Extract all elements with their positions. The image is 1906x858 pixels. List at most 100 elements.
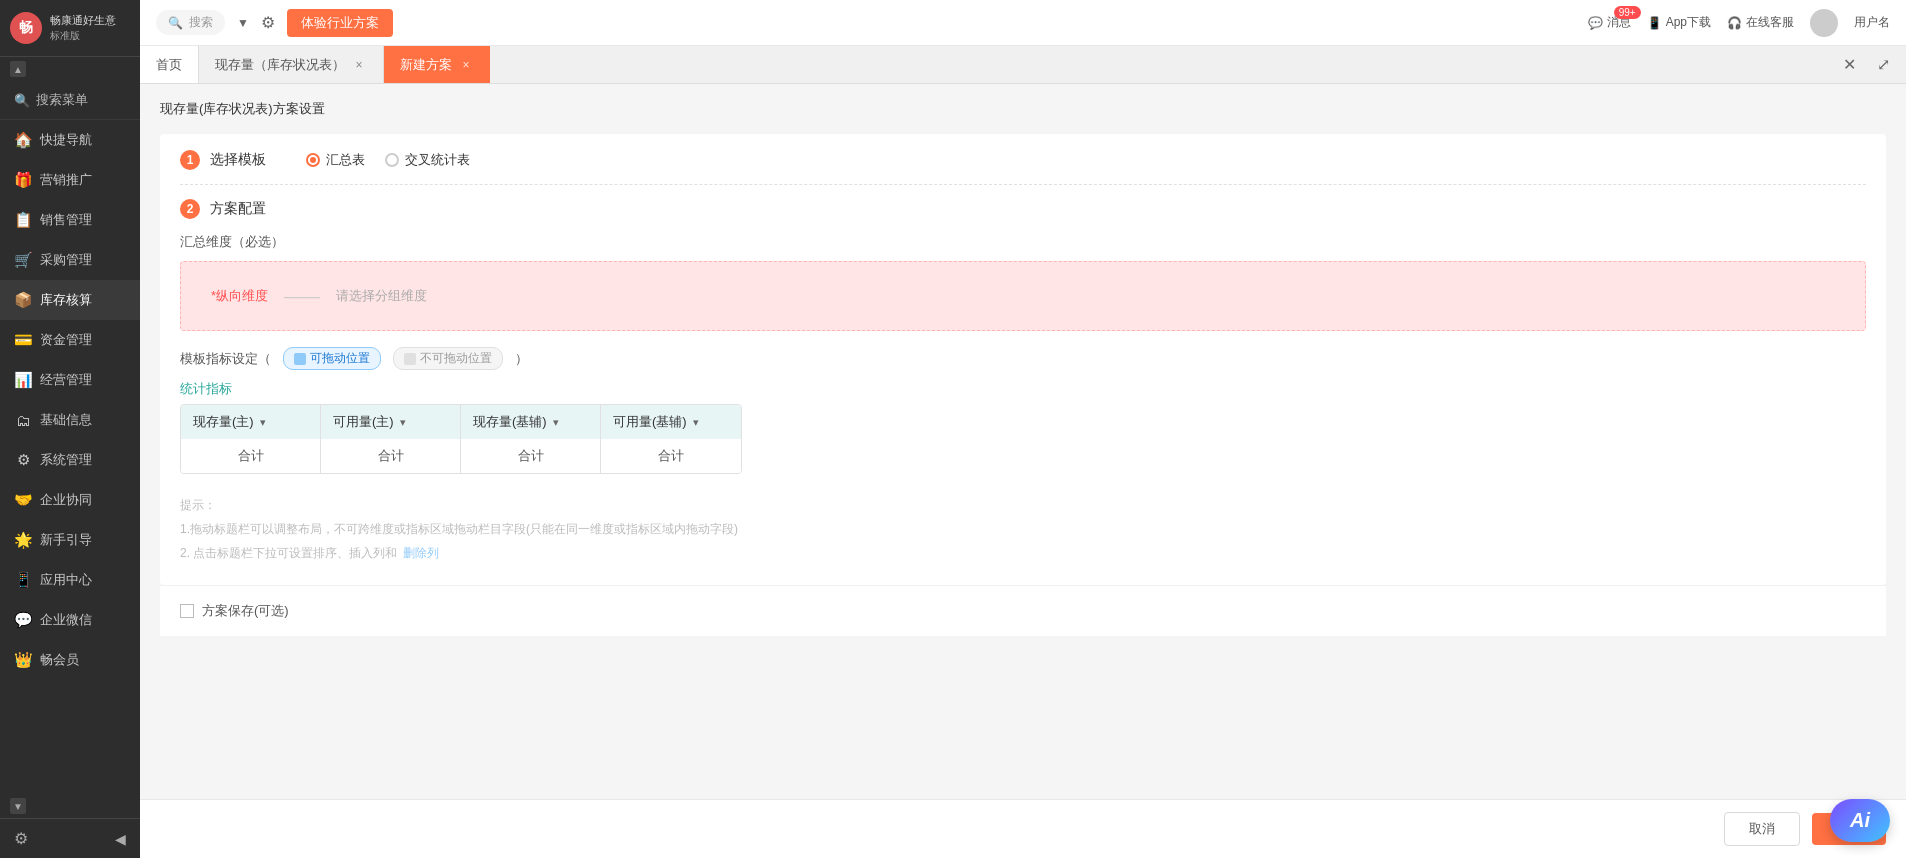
sidebar-item-marketing[interactable]: 🎁 营销推广 [0, 160, 140, 200]
settings-icon[interactable]: ⚙ [14, 829, 28, 848]
tab-inventory-close[interactable]: × [351, 57, 367, 73]
topbar-chevron[interactable]: ▼ [237, 16, 249, 30]
stats-table: 现存量(主) ▾ 可用量(主) ▾ 现存量(基辅) ▾ [180, 404, 742, 474]
sidebar-item-label: 系统管理 [40, 451, 92, 469]
app-download-group[interactable]: 📱 App下载 [1647, 14, 1711, 31]
sidebar-item-system[interactable]: ⚙ 系统管理 [0, 440, 140, 480]
sidebar-item-enterprise[interactable]: 🤝 企业协同 [0, 480, 140, 520]
sidebar-item-label: 销售管理 [40, 211, 92, 229]
content-area: 现存量(库存状况表)方案设置 1 选择模板 汇总表 交叉统计表 [140, 84, 1906, 799]
tab-new-scheme[interactable]: 新建方案 × [384, 46, 490, 83]
scroll-down-arrow[interactable]: ▼ [10, 798, 26, 814]
sidebar-item-quick-nav[interactable]: 🏠 快捷导航 [0, 120, 140, 160]
stats-col-header-4[interactable]: 可用量(基辅) ▾ [601, 405, 741, 439]
topbar-right: 💬 消息 99+ 📱 App下载 🎧 在线客服 用户名 [1588, 9, 1890, 37]
radio-summary-circle [306, 153, 320, 167]
main-area: 🔍 搜索 ▼ ⚙ 体验行业方案 💬 消息 99+ 📱 App下载 🎧 在线客服 … [140, 0, 1906, 858]
panel-expand-icon[interactable]: ⤢ [1870, 52, 1896, 78]
sidebar: 畅 畅康通好生意 标准版 ▲ 🔍 搜索菜单 🏠 快捷导航 🎁 营销推广 📋 销售… [0, 0, 140, 858]
sidebar-search-menu[interactable]: 🔍 搜索菜单 [0, 81, 140, 120]
sidebar-item-label: 库存核算 [40, 291, 92, 309]
sidebar-item-inventory[interactable]: 📦 库存核算 [0, 280, 140, 320]
tab-inventory[interactable]: 现存量（库存状况表） × [199, 46, 384, 83]
tab-new-scheme-close[interactable]: × [458, 57, 474, 73]
step1-title: 选择模板 [210, 151, 266, 169]
marketing-icon: 🎁 [14, 171, 32, 189]
scheme-settings-card: 1 选择模板 汇总表 交叉统计表 [160, 134, 1886, 585]
save-checkbox[interactable] [180, 604, 194, 618]
tab-new-scheme-label: 新建方案 [400, 56, 452, 74]
radio-crosstab-label: 交叉统计表 [405, 151, 470, 169]
tip-1-text: 1.拖动标题栏可以调整布局，不可跨维度或指标区域拖动栏目字段(只能在同一维度或指… [180, 517, 738, 541]
sidebar-scroll-down-area: ▼ [0, 794, 140, 818]
capital-icon: 💳 [14, 331, 32, 349]
step1-badge: 1 [180, 150, 200, 170]
drag-icon [294, 353, 306, 365]
sidebar-item-label: 营销推广 [40, 171, 92, 189]
collapse-icon[interactable]: ◀ [115, 831, 126, 847]
search-icon: 🔍 [14, 93, 30, 108]
app-name: 畅康通好生意 [50, 13, 116, 28]
tab-home-label: 首页 [156, 56, 182, 74]
wechat-icon: 💬 [14, 611, 32, 629]
app-download-icon: 📱 [1647, 16, 1662, 30]
stats-col-header-3[interactable]: 现存量(基辅) ▾ [461, 405, 601, 439]
radio-summary[interactable]: 汇总表 [306, 151, 365, 169]
app-download-label: App下载 [1666, 14, 1711, 31]
dimension-label: 汇总维度（必选） [180, 233, 1866, 251]
cancel-button[interactable]: 取消 [1724, 812, 1800, 846]
stats-val-3: 合计 [461, 439, 601, 473]
sidebar-footer: ⚙ ◀ [0, 818, 140, 858]
col-2-chevron: ▾ [400, 416, 406, 429]
page-title: 现存量(库存状况表)方案设置 [160, 100, 1886, 118]
dim-line: —— [284, 286, 320, 307]
topbar-search[interactable]: 🔍 搜索 [156, 10, 225, 35]
username-label: 用户名 [1854, 14, 1890, 31]
messages-badge: 99+ [1614, 6, 1641, 19]
enterprise-icon: 🤝 [14, 491, 32, 509]
tip-1: 1.拖动标题栏可以调整布局，不可跨维度或指标区域拖动栏目字段(只能在同一维度或指… [180, 517, 1866, 541]
metrics-setting: 模板指标设定（ 可拖动位置 不可拖动位置 ） 统计指标 [180, 347, 1866, 477]
topbar-gear-icon[interactable]: ⚙ [261, 13, 275, 32]
sidebar-item-label: 新手引导 [40, 531, 92, 549]
sidebar-item-sales[interactable]: 📋 销售管理 [0, 200, 140, 240]
tab-home[interactable]: 首页 [140, 46, 199, 83]
sidebar-item-label: 资金管理 [40, 331, 92, 349]
panel-close-icon[interactable]: ✕ [1836, 52, 1862, 78]
radio-crosstab[interactable]: 交叉统计表 [385, 151, 470, 169]
quick-nav-icon: 🏠 [14, 131, 32, 149]
dimension-box[interactable]: *纵向维度 —— 请选择分组维度 [180, 261, 1866, 331]
stats-col-1-label: 现存量(主) [193, 413, 254, 431]
stats-col-3-label: 现存量(基辅) [473, 413, 547, 431]
sidebar-item-capital[interactable]: 💳 资金管理 [0, 320, 140, 360]
sidebar-item-app-center[interactable]: 📱 应用中心 [0, 560, 140, 600]
app-version: 标准版 [50, 29, 116, 43]
sidebar-item-basic-info[interactable]: 🗂 基础信息 [0, 400, 140, 440]
sidebar-item-wechat[interactable]: 💬 企业微信 [0, 600, 140, 640]
dim-required: *纵向维度 [211, 287, 268, 305]
col-1-chevron: ▾ [260, 416, 266, 429]
stats-table-row: 合计 合计 合计 合计 [181, 439, 741, 473]
stats-col-header-1[interactable]: 现存量(主) ▾ [181, 405, 321, 439]
col-4-chevron: ▾ [693, 416, 699, 429]
tip-2-link[interactable]: 删除列 [403, 541, 439, 565]
sidebar-item-label: 快捷导航 [40, 131, 92, 149]
industry-solution-button[interactable]: 体验行业方案 [287, 9, 393, 37]
sidebar-item-member[interactable]: 👑 畅会员 [0, 640, 140, 680]
search-menu-label: 搜索菜单 [36, 91, 88, 109]
tip-2-text: 2. 点击标题栏下拉可设置排序、插入列和 [180, 541, 397, 565]
stats-col-header-2[interactable]: 可用量(主) ▾ [321, 405, 461, 439]
stats-val-4: 合计 [601, 439, 741, 473]
sidebar-item-operations[interactable]: 📊 经营管理 [0, 360, 140, 400]
messages-group[interactable]: 💬 消息 99+ [1588, 14, 1631, 31]
online-service-group[interactable]: 🎧 在线客服 [1727, 14, 1794, 31]
sidebar-scroll-up-area: ▲ [0, 57, 140, 81]
no-drag-badge: 不可拖动位置 [393, 347, 503, 370]
save-row: 方案保存(可选) [160, 585, 1886, 636]
ai-badge[interactable]: Ai [1830, 799, 1890, 842]
sidebar-item-newbie[interactable]: 🌟 新手引导 [0, 520, 140, 560]
sidebar-item-purchase[interactable]: 🛒 采购管理 [0, 240, 140, 280]
headset-icon: 🎧 [1727, 16, 1742, 30]
sidebar-item-label: 企业微信 [40, 611, 92, 629]
scroll-up-arrow[interactable]: ▲ [10, 61, 26, 77]
